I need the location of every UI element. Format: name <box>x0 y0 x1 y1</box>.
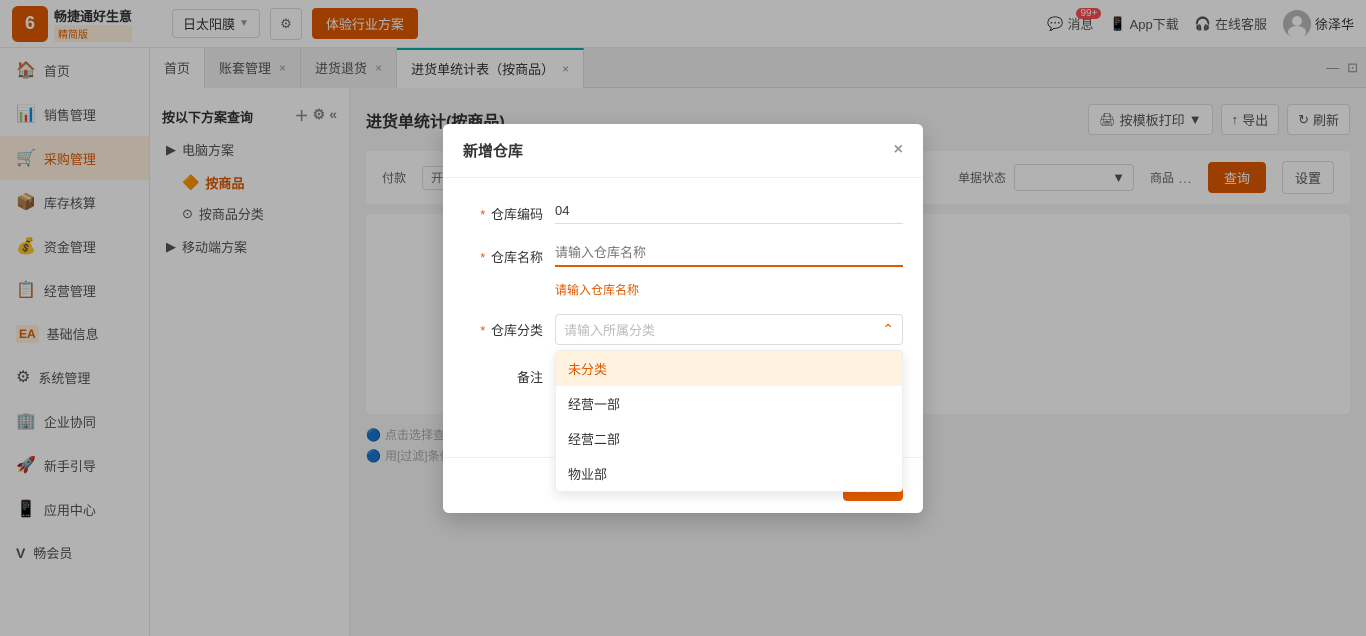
code-required-mark: * <box>480 207 485 222</box>
name-label-text: 仓库名称 <box>491 250 543 265</box>
category-label-text: 仓库分类 <box>491 323 543 338</box>
category-row: * 仓库分类 请输入所属分类 ⌃ 未分类 经营一部 经营二部 物业部 <box>463 314 903 345</box>
dialog-title: 新增仓库 <box>463 140 523 161</box>
note-label-text: 备注 <box>517 370 543 385</box>
dropdown-option-uncategorized[interactable]: 未分类 <box>556 351 902 386</box>
category-dropdown-list: 未分类 经营一部 经营二部 物业部 <box>555 350 903 492</box>
name-label: * 仓库名称 <box>463 241 543 266</box>
name-required-mark: * <box>480 250 485 265</box>
dropdown-option-property[interactable]: 物业部 <box>556 456 902 491</box>
category-label: * 仓库分类 <box>463 314 543 339</box>
name-input[interactable] <box>555 240 903 267</box>
dialog-overlay[interactable]: 新增仓库 × * 仓库编码 * 仓库名称 <box>0 0 1366 636</box>
dialog-header: 新增仓库 × <box>443 124 923 178</box>
code-input[interactable] <box>555 198 903 224</box>
code-label-text: 仓库编码 <box>491 207 543 222</box>
category-placeholder: 请输入所属分类 <box>564 320 882 339</box>
category-required-mark: * <box>480 323 485 338</box>
code-label: * 仓库编码 <box>463 198 543 223</box>
dropdown-option-ops2[interactable]: 经营二部 <box>556 421 902 456</box>
name-error-msg: 请输入仓库名称 <box>463 281 639 298</box>
category-dropdown[interactable]: 请输入所属分类 ⌃ <box>555 314 903 345</box>
dialog-body: * 仓库编码 * 仓库名称 请输入仓库名称 * <box>443 178 923 457</box>
category-input-wrap: 请输入所属分类 ⌃ 未分类 经营一部 经营二部 物业部 <box>555 314 903 345</box>
dialog-close-btn[interactable]: × <box>894 142 903 158</box>
name-row: * 仓库名称 请输入仓库名称 <box>463 240 903 298</box>
category-arrow-up-icon: ⌃ <box>882 321 894 338</box>
dropdown-option-ops1[interactable]: 经营一部 <box>556 386 902 421</box>
code-row: * 仓库编码 <box>463 198 903 224</box>
name-input-row: * 仓库名称 <box>463 240 903 267</box>
note-label: 备注 <box>463 361 543 386</box>
new-warehouse-dialog: 新增仓库 × * 仓库编码 * 仓库名称 <box>443 124 923 513</box>
